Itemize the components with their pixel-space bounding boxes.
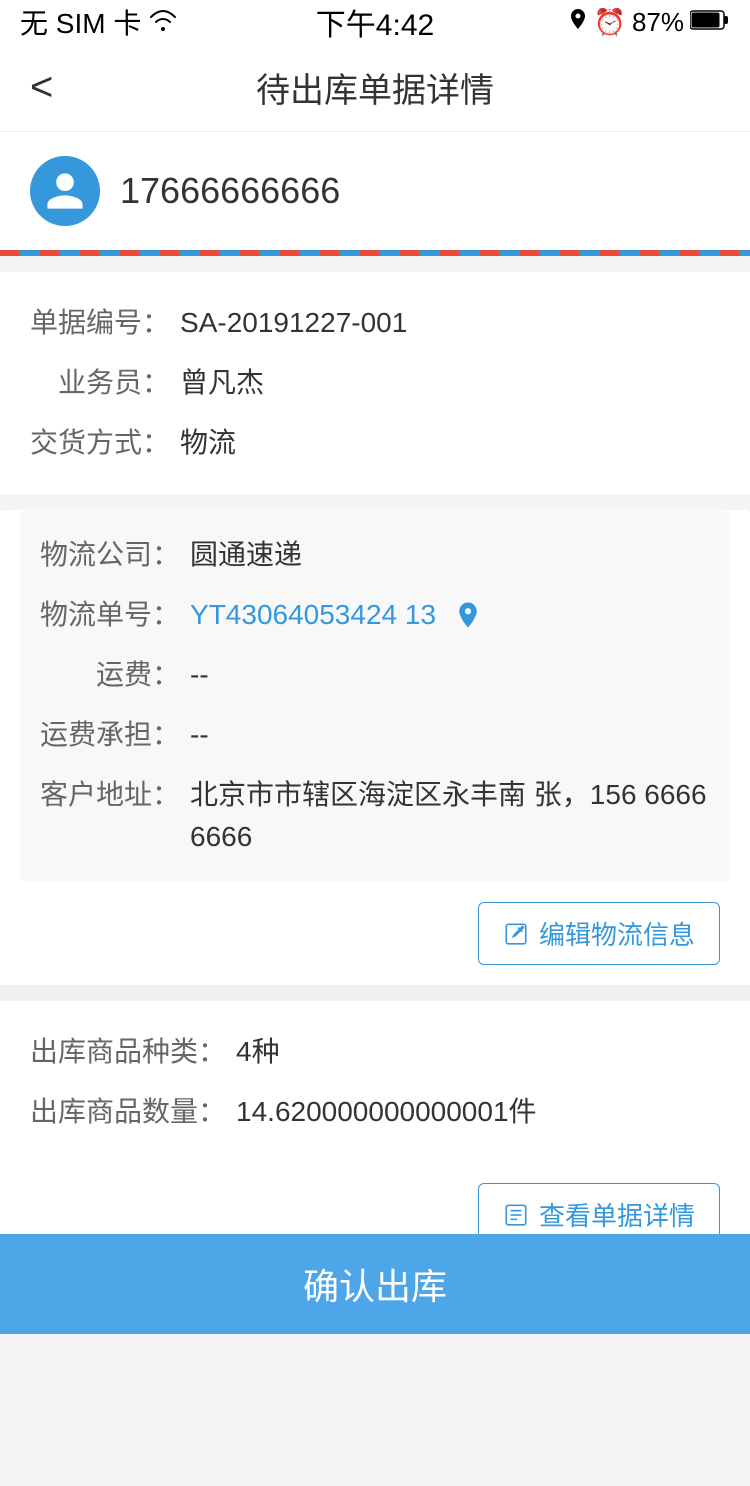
goods-section: 出库商品种类： 4种 出库商品数量： 14.620000000000001件 bbox=[0, 1001, 750, 1163]
order-no-value: SA-20191227-001 bbox=[170, 302, 720, 344]
delivery-method-row: 交货方式： 物流 bbox=[30, 422, 720, 464]
edit-logistics-action: 编辑物流信息 bbox=[0, 882, 750, 985]
freight-value: -- bbox=[180, 654, 710, 696]
goods-types-row: 出库商品种类： 4种 bbox=[30, 1031, 720, 1073]
tracking-value: YT43064053424 13 bbox=[180, 594, 710, 636]
alarm-icon: ⏰ bbox=[594, 7, 626, 38]
goods-quantity-row: 出库商品数量： 14.620000000000001件 bbox=[30, 1091, 720, 1133]
location-track-icon[interactable] bbox=[448, 595, 488, 635]
company-label: 物流公司： bbox=[40, 534, 180, 576]
customer-header: 17666666666 bbox=[0, 132, 750, 250]
carrier-text: 无 SIM 卡 bbox=[20, 2, 141, 42]
status-left: 无 SIM 卡 bbox=[20, 2, 177, 42]
wifi-icon bbox=[149, 6, 177, 38]
freight-row: 运费： -- bbox=[40, 654, 710, 696]
back-button[interactable]: < bbox=[30, 65, 53, 110]
status-time: 下午4:42 bbox=[316, 0, 434, 44]
logistics-card: 物流公司： 圆通速递 物流单号： YT43064053424 13 运费： --… bbox=[20, 510, 730, 882]
customer-phone: 17666666666 bbox=[120, 170, 340, 212]
delivery-method-value: 物流 bbox=[170, 422, 720, 464]
goods-types-value: 4种 bbox=[226, 1031, 720, 1073]
battery-text: 87% bbox=[632, 7, 684, 38]
dashed-divider bbox=[0, 250, 750, 256]
nav-title: 待出库单据详情 bbox=[256, 63, 494, 112]
avatar bbox=[30, 156, 100, 226]
order-no-row: 单据编号： SA-20191227-001 bbox=[30, 302, 720, 344]
edit-logistics-button[interactable]: 编辑物流信息 bbox=[478, 902, 720, 965]
nav-bar: < 待出库单据详情 bbox=[0, 44, 750, 132]
order-info-section: 单据编号： SA-20191227-001 业务员： 曾凡杰 交货方式： 物流 bbox=[0, 272, 750, 494]
order-no-label: 单据编号： bbox=[30, 302, 170, 344]
salesperson-row: 业务员： 曾凡杰 bbox=[30, 362, 720, 404]
status-bar: 无 SIM 卡 下午4:42 ⏰ 87% bbox=[0, 0, 750, 44]
freight-label: 运费： bbox=[40, 654, 180, 696]
freight-bearer-row: 运费承担： -- bbox=[40, 714, 710, 756]
goods-types-label: 出库商品种类： bbox=[30, 1031, 226, 1073]
tracking-label: 物流单号： bbox=[40, 594, 180, 636]
confirm-button[interactable]: 确认出库 bbox=[303, 1258, 447, 1310]
salesperson-value: 曾凡杰 bbox=[170, 362, 720, 404]
goods-quantity-value: 14.620000000000001件 bbox=[226, 1091, 720, 1133]
company-row: 物流公司： 圆通速递 bbox=[40, 534, 710, 576]
address-value: 北京市市辖区海淀区永丰南 张，156 6666 6666 bbox=[180, 774, 710, 858]
goods-quantity-label: 出库商品数量： bbox=[30, 1091, 226, 1133]
company-value: 圆通速递 bbox=[180, 534, 710, 576]
address-label: 客户地址： bbox=[40, 774, 180, 816]
battery-icon bbox=[690, 7, 730, 38]
tracking-row: 物流单号： YT43064053424 13 bbox=[40, 594, 710, 636]
address-row: 客户地址： 北京市市辖区海淀区永丰南 张，156 6666 6666 bbox=[40, 774, 710, 858]
freight-bearer-value: -- bbox=[180, 714, 710, 756]
confirm-bar: 确认出库 bbox=[0, 1234, 750, 1334]
status-right: ⏰ 87% bbox=[568, 7, 730, 38]
delivery-method-label: 交货方式： bbox=[30, 422, 170, 464]
freight-bearer-label: 运费承担： bbox=[40, 714, 180, 756]
logistics-section: 物流公司： 圆通速递 物流单号： YT43064053424 13 运费： --… bbox=[0, 510, 750, 985]
salesperson-label: 业务员： bbox=[30, 362, 170, 404]
location-icon bbox=[568, 7, 588, 38]
separator bbox=[0, 985, 750, 1001]
